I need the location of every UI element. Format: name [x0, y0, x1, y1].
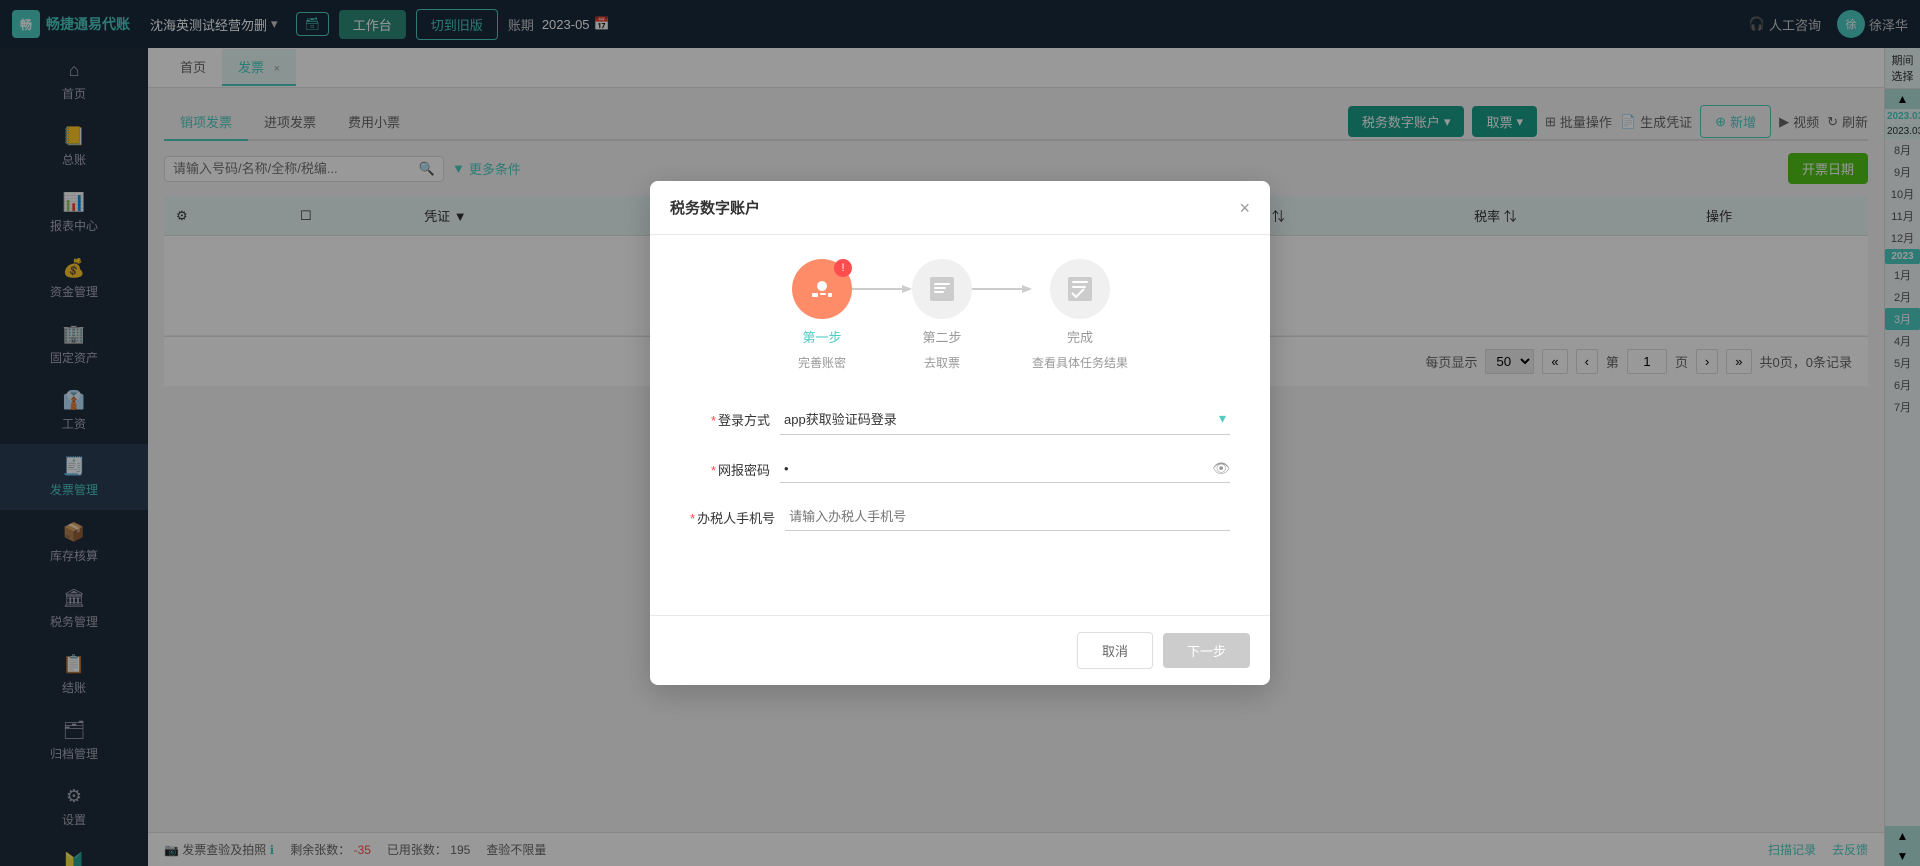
step-3-complete-icon: [1064, 273, 1096, 305]
phone-row: 办税人手机号: [690, 503, 1230, 531]
step-2-desc: 去取票: [924, 354, 960, 371]
step-3-label: 完成: [1067, 327, 1093, 346]
phone-field: [785, 503, 1230, 531]
step-3: 完成 查看具体任务结果: [1032, 259, 1128, 371]
tax-digital-modal: 税务数字账户 ×: [650, 181, 1270, 685]
password-label: 网报密码: [690, 460, 770, 479]
step-2-label: 第二步: [922, 327, 961, 346]
step-2-icon-wrap: [912, 259, 972, 319]
password-row: 网报密码 👁: [690, 455, 1230, 483]
modal-title: 税务数字账户: [670, 197, 760, 218]
phone-input[interactable]: [789, 509, 1226, 524]
password-toggle-button[interactable]: 👁: [1212, 460, 1230, 477]
modal-overlay: 税务数字账户 ×: [0, 0, 1920, 866]
modal-footer: 取消 下一步: [650, 615, 1270, 685]
step-arrow-1: [852, 279, 912, 299]
step-1-desc: 完善账密: [798, 354, 846, 371]
login-method-value: app获取验证码登录: [784, 409, 897, 428]
step-1: ! 第一步 完善账密: [792, 259, 852, 371]
step-arrow-2: [972, 279, 1032, 299]
modal-close-button[interactable]: ×: [1239, 199, 1250, 217]
eye-icon: 👁: [1212, 460, 1230, 476]
step-2-ticket-icon: [926, 273, 958, 305]
login-method-chevron-icon: ▾: [1219, 410, 1226, 427]
modal-spacer: [690, 551, 1230, 591]
step-1-label: 第一步: [802, 327, 841, 346]
login-method-label: 登录方式: [690, 410, 770, 429]
login-method-row: 登录方式 app获取验证码登录 ▾: [690, 403, 1230, 435]
step-2: 第二步 去取票: [912, 259, 972, 371]
step-1-person-icon: [806, 273, 838, 305]
modal-form: 登录方式 app获取验证码登录 ▾ 网报密码 👁: [690, 403, 1230, 531]
cancel-button[interactable]: 取消: [1077, 632, 1153, 669]
step-1-icon-wrap: !: [792, 259, 852, 319]
arrow-right-icon-2: [972, 279, 1032, 299]
password-input[interactable]: [780, 455, 1212, 482]
steps-container: ! 第一步 完善账密: [690, 259, 1230, 371]
arrow-right-icon: [852, 279, 912, 299]
password-field: 👁: [780, 455, 1230, 483]
next-step-button[interactable]: 下一步: [1163, 633, 1250, 668]
step-3-icon-wrap: [1050, 259, 1110, 319]
step-3-desc: 查看具体任务结果: [1032, 354, 1128, 371]
login-method-select[interactable]: app获取验证码登录 ▾: [780, 403, 1230, 435]
modal-header: 税务数字账户 ×: [650, 181, 1270, 235]
step-1-badge: !: [834, 259, 852, 277]
modal-body: ! 第一步 完善账密: [650, 235, 1270, 615]
phone-label: 办税人手机号: [690, 508, 775, 527]
